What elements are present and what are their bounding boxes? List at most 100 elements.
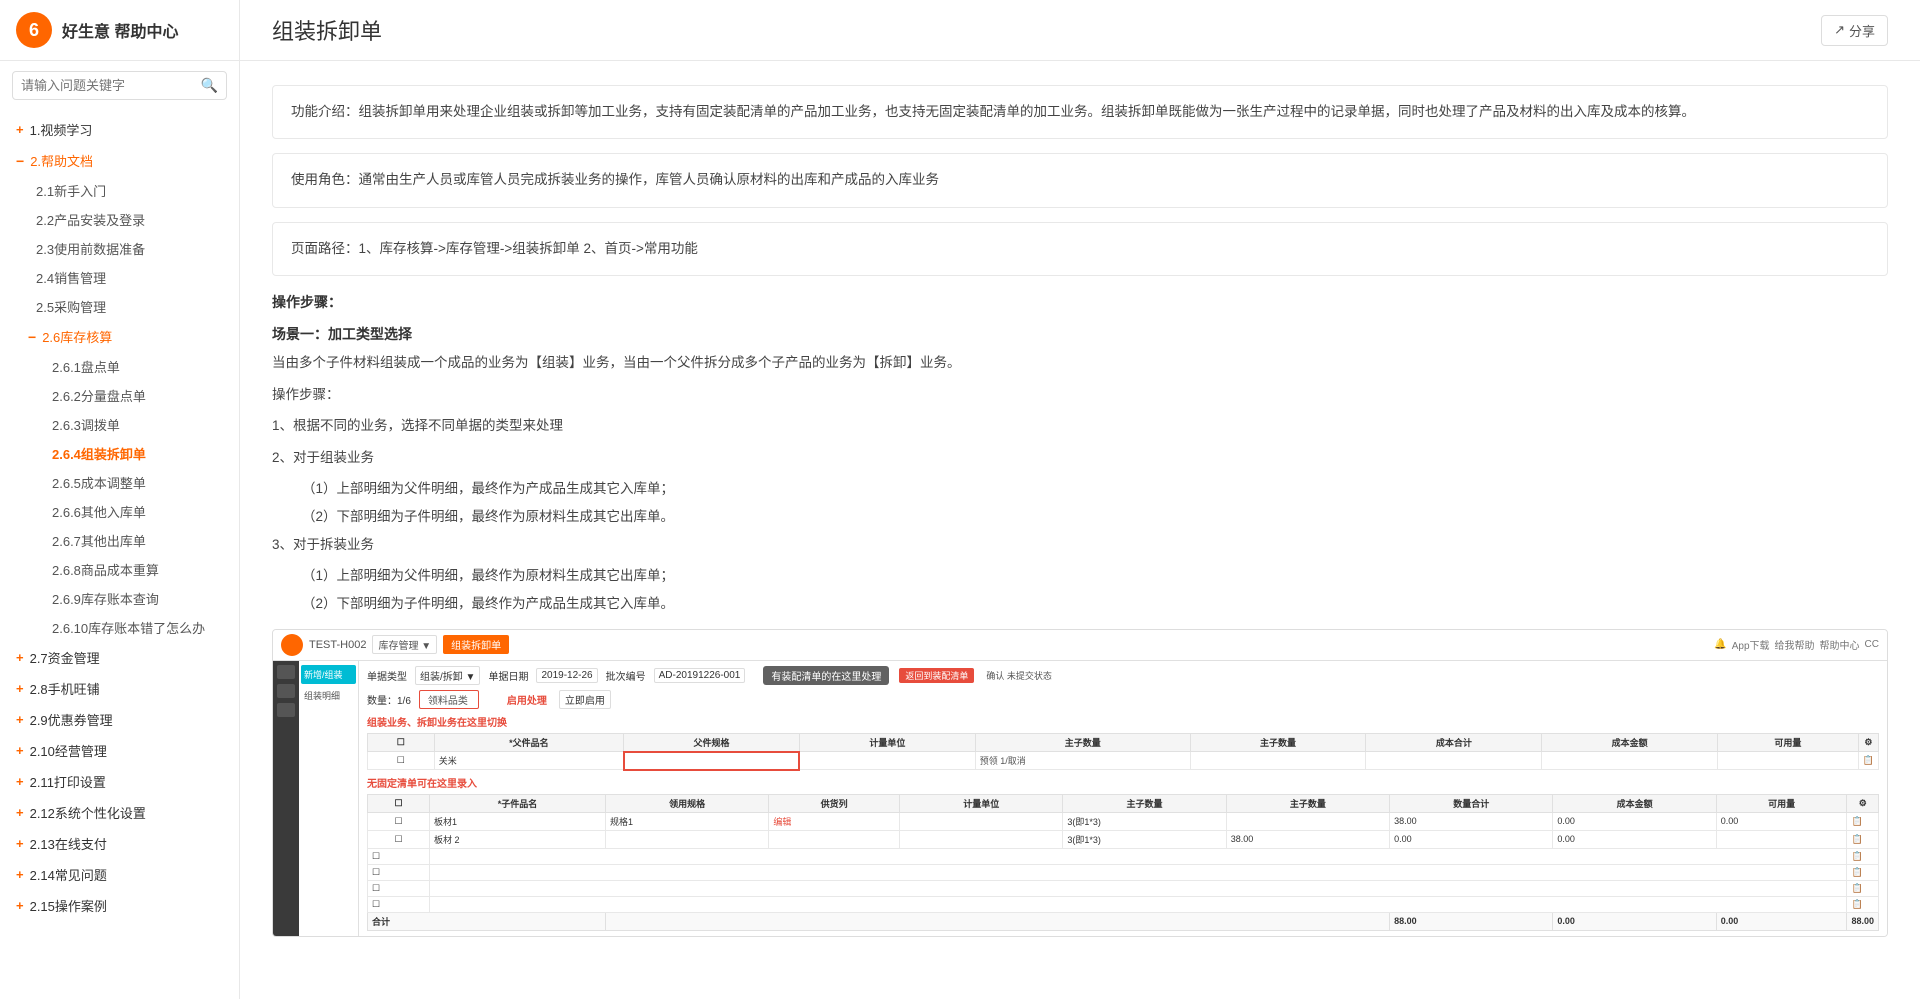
- mock-td-check-1: ☐: [368, 752, 435, 770]
- mock-td2-op-2: 📋: [1847, 830, 1879, 848]
- step2-2: （2）下部明细为子件明细，最终作为原材料生成其它出库单。: [302, 504, 1888, 530]
- mock-side-icon-1: [277, 665, 295, 679]
- ops-steps-label: 操作步骤：: [272, 382, 1888, 408]
- nav-list: + 1.视频学习 − 2.帮助文档 2.1新手入门 2.2产品安装及登录 2.3…: [0, 110, 239, 925]
- mock-annotation3: 组装业务、拆卸业务在这里切换: [367, 714, 507, 729]
- sidebar-item-ledgerquery[interactable]: 2.6.9库存账本查询: [0, 584, 239, 613]
- mock-th2-cost: 成本金额: [1553, 794, 1716, 812]
- share-button[interactable]: ↗ 分享: [1821, 15, 1888, 46]
- sidebar-item-otherinbound[interactable]: 2.6.6其他入库单: [0, 497, 239, 526]
- mock-date-label: 单据日期: [488, 668, 528, 683]
- mock-th-qty1: 主子数量: [975, 733, 1190, 752]
- mock-tf-label: 合计: [368, 912, 606, 930]
- expand-icon-cases: +: [16, 898, 24, 913]
- mock-tf-val1: 88.00: [1390, 912, 1553, 930]
- collapse-icon-inventory: −: [28, 329, 36, 345]
- sidebar-item-assembly[interactable]: 2.6.4组装拆卸单: [0, 439, 239, 468]
- mock-process-input: 领料品类: [419, 690, 479, 709]
- sidebar-item-purchase[interactable]: 2.5采购管理: [0, 292, 239, 321]
- mock-tf-val3: 0.00: [1716, 912, 1847, 930]
- mock-enable-btn: 立即启用: [559, 690, 611, 709]
- path-text: 页面路径：1、库存核算->库存管理->组装拆卸单 2、首页->常用功能: [291, 241, 698, 256]
- mock-side-icon-3: [277, 703, 295, 717]
- sidebar-item-faq[interactable]: + 2.14常见问题: [0, 859, 239, 890]
- share-icon: ↗: [1834, 22, 1845, 38]
- mock-logo: [281, 634, 303, 656]
- sidebar-item-otheroutbound[interactable]: 2.6.7其他出库单: [0, 526, 239, 555]
- app-title: 好生意 帮助中心: [62, 18, 178, 42]
- mock-td-op-1: 📋: [1858, 752, 1878, 770]
- sidebar-item-video[interactable]: + 1.视频学习: [0, 114, 239, 145]
- sidebar-item-helpdoc[interactable]: − 2.帮助文档: [0, 145, 239, 176]
- mock-screenshot: TEST-H002 库存管理 ▼ 组装拆卸单 🔔 App下载 给我帮助 帮助中心…: [273, 630, 1887, 936]
- mock-tf-val4: 88.00: [1847, 912, 1879, 930]
- mock-company: TEST-H002: [309, 639, 366, 651]
- mock-td2-qty2-1: [1226, 812, 1389, 830]
- mock-sub-nav: 新增/组装 组装明细: [299, 661, 359, 936]
- mock-td2-unit-1: [900, 812, 1063, 830]
- mock-td2-avail-1: 0.00: [1716, 812, 1847, 830]
- mock-td-unit-1: [799, 752, 975, 770]
- sidebar-item-finance[interactable]: + 2.7资金管理: [0, 642, 239, 673]
- sidebar-item-transfer[interactable]: 2.6.3调拨单: [0, 410, 239, 439]
- mock-th-parent-spec: 父件规格: [624, 733, 800, 752]
- mock-icon-cc: CC: [1865, 639, 1879, 650]
- scenario1-title: 场景一：加工类型选择: [272, 324, 1888, 344]
- sidebar-item-mobile[interactable]: + 2.8手机旺铺: [0, 673, 239, 704]
- mock-form-area: 单据类型 组装/拆卸 ▼ 单据日期 2019-12-26 批次编号 AD-201…: [359, 661, 1887, 936]
- mock-td2-check-6: ☐: [368, 896, 430, 912]
- main-content: 组装拆卸单 ↗ 分享 功能介绍：组装拆卸单用来处理企业组装或拆卸等加工业务，支持…: [240, 0, 1920, 999]
- sidebar-item-coupon[interactable]: + 2.9优惠券管理: [0, 704, 239, 735]
- sidebar-item-newbie[interactable]: 2.1新手入门: [0, 176, 239, 205]
- sidebar: 6 好生意 帮助中心 🔍 + 1.视频学习 − 2.帮助文档 2.1新手入门 2…: [0, 0, 240, 999]
- mock-td2-empty-6: [429, 896, 1847, 912]
- mock-th2-supplier: 供货列: [769, 794, 900, 812]
- mock-th2-unit: 计量单位: [900, 794, 1063, 812]
- sidebar-item-costrecalc[interactable]: 2.6.8商品成本重算: [0, 555, 239, 584]
- mock-subnav-item1: 组装明细: [301, 686, 356, 705]
- mock-th2-qty-total: 数量合计: [1390, 794, 1553, 812]
- sidebar-item-print[interactable]: + 2.11打印设置: [0, 766, 239, 797]
- main-header: 组装拆卸单 ↗ 分享: [240, 0, 1920, 61]
- search-input[interactable]: [21, 78, 201, 93]
- mock-td2-op-3: 📋: [1847, 848, 1879, 864]
- mock-btn-return-bom: 返回到装配清单: [899, 668, 974, 683]
- search-box[interactable]: 🔍: [12, 71, 227, 100]
- mock-td2-supplier-btn: 编辑: [769, 812, 900, 830]
- mock-td2-check-4: ☐: [368, 864, 430, 880]
- sidebar-item-operations[interactable]: + 2.10经营管理: [0, 735, 239, 766]
- mock-tf-empty: [606, 912, 1390, 930]
- logo-icon: 6: [16, 12, 52, 48]
- mock-form-row2: 数量：1/6 领料品类 启用处理 立即启用: [367, 690, 1879, 709]
- mock-td-cost2-1: [1542, 752, 1718, 770]
- expand-icon-coupon: +: [16, 712, 24, 727]
- mock-td2-name-1: 板材1: [429, 812, 605, 830]
- sidebar-item-cases[interactable]: + 2.15操作案例: [0, 890, 239, 921]
- mock-qty-label: 数量：1/6: [367, 692, 411, 707]
- mock-th-cost-amount: 成本金额: [1542, 733, 1718, 752]
- step3-1: （1）上部明细为父件明细，最终作为原材料生成其它出库单；: [302, 563, 1888, 589]
- mock-doc-type-label: 单据类型: [367, 668, 407, 683]
- mock-td2-check-1: ☐: [368, 812, 430, 830]
- sidebar-item-ledgerfix[interactable]: 2.6.10库存账本错了怎么办: [0, 613, 239, 642]
- mock-td2-op-1: 📋: [1847, 812, 1879, 830]
- mock-td2-cost-1: 0.00: [1553, 812, 1716, 830]
- mock-new-doc-btn: 组装拆卸单: [443, 635, 509, 654]
- search-icon[interactable]: 🔍: [201, 77, 218, 94]
- sidebar-item-install[interactable]: 2.2产品安装及登录: [0, 205, 239, 234]
- sidebar-item-personalize[interactable]: + 2.12系统个性化设置: [0, 797, 239, 828]
- sidebar-item-inventory[interactable]: − 2.6库存核算: [0, 321, 239, 352]
- sidebar-item-dataprep[interactable]: 2.3使用前数据准备: [0, 234, 239, 263]
- mock-switch-row: 组装业务、拆卸业务在这里切换: [367, 714, 1879, 729]
- sidebar-item-costadjust[interactable]: 2.6.5成本调整单: [0, 468, 239, 497]
- ops-label: 操作步骤：: [272, 292, 1888, 312]
- sidebar-item-sales[interactable]: 2.4销售管理: [0, 263, 239, 292]
- mock-th2-qty2: 主子数量: [1226, 794, 1389, 812]
- mock-th-unit: 计量单位: [799, 733, 975, 752]
- mock-td2-empty-5: [429, 880, 1847, 896]
- sidebar-item-stocktake[interactable]: 2.6.1盘点单: [0, 352, 239, 381]
- mock-icon-bell: 🔔: [1714, 639, 1726, 650]
- sidebar-item-partstake[interactable]: 2.6.2分量盘点单: [0, 381, 239, 410]
- sidebar-item-payment[interactable]: + 2.13在线支付: [0, 828, 239, 859]
- mock-th2-name: *子件品名: [429, 794, 605, 812]
